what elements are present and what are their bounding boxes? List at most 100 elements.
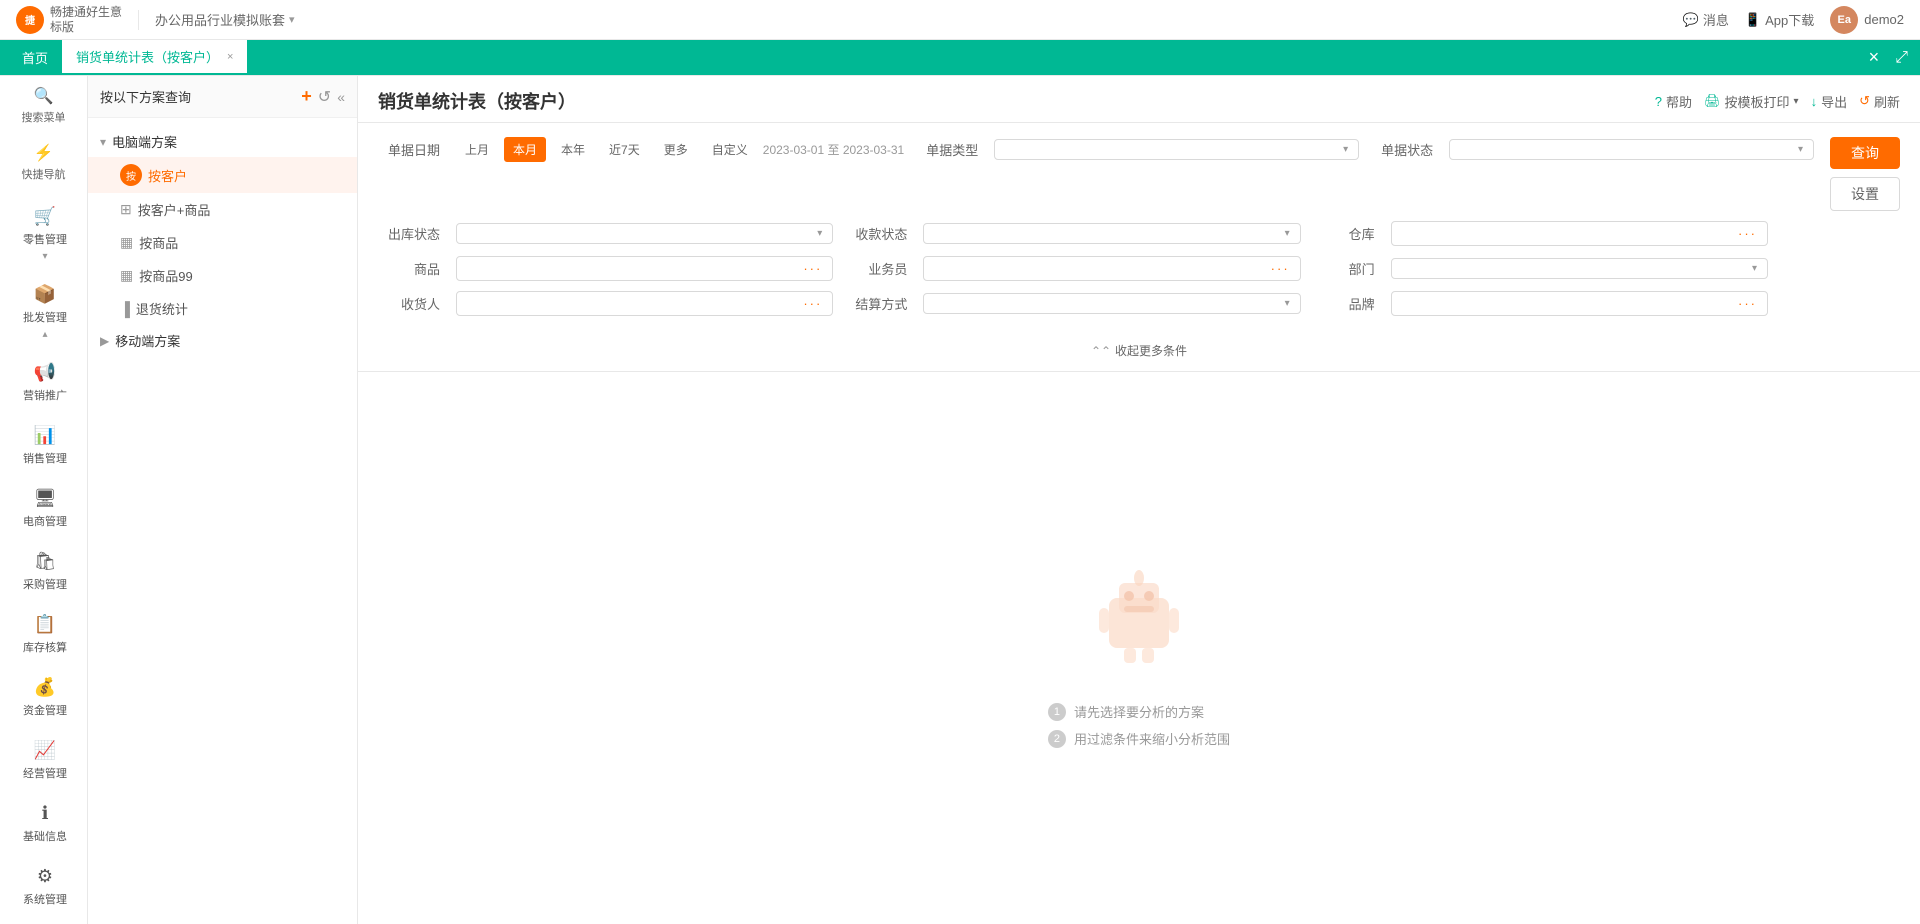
scheme-group-desktop: ▾ 电脑端方案 按 按客户 ⊞ 按客户+商品 ▦ 按商品: [88, 126, 357, 325]
user-avatar[interactable]: Ea demo2: [1830, 6, 1904, 34]
header-right: 💬 消息 📱 App下载 Ea demo2: [1683, 6, 1904, 34]
doc-status-select[interactable]: ▾: [1449, 139, 1814, 160]
sidebar-item-retail[interactable]: 🛒 零售管理 ▾: [0, 194, 87, 272]
header-dropdown-icon[interactable]: ▾: [289, 13, 295, 26]
brand-dots[interactable]: ···: [1738, 296, 1757, 311]
scheme-group-mobile: ▶ 移动端方案: [88, 325, 357, 356]
last-month-btn[interactable]: 上月: [456, 137, 498, 162]
query-button[interactable]: 查询: [1830, 137, 1900, 169]
brand-select[interactable]: ···: [1391, 291, 1768, 316]
brand-group: 品牌 ···: [1313, 291, 1768, 316]
scheme-item-by-customer-product[interactable]: ⊞ 按客户+商品: [88, 193, 357, 226]
sidebar-item-inventory[interactable]: 📋 库存核算: [0, 602, 87, 665]
receiver-select[interactable]: ···: [456, 291, 833, 316]
delivery-status-select[interactable]: ▾: [456, 223, 833, 244]
department-select[interactable]: ▾: [1391, 258, 1768, 279]
content-area: 按以下方案查询 + ↺ « ▾ 电脑端方案 按 按客户: [88, 76, 1920, 924]
inventory-icon: 📋: [34, 614, 56, 635]
header-title[interactable]: 办公用品行业模拟账套 ▾: [155, 10, 295, 29]
sidebar-item-sales[interactable]: 📊 销售管理: [0, 413, 87, 476]
brand-label: 品牌: [1313, 294, 1383, 313]
salesperson-label: 业务员: [845, 259, 915, 278]
tab-maximize-icon[interactable]: ⤢: [1891, 45, 1912, 71]
hint-number-1: 1: [1048, 703, 1066, 721]
tab-close-icon[interactable]: ×: [227, 51, 233, 63]
sales-icon: 📊: [34, 425, 56, 446]
scheme-item-icon-bar: ▐: [120, 301, 130, 317]
scheme-item-by-product-99[interactable]: ▦ 按商品99: [88, 259, 357, 292]
collapse-button[interactable]: ⌃⌃ 收起更多条件: [1075, 338, 1203, 363]
more-date-btn[interactable]: 更多: [655, 137, 697, 162]
scheme-refresh-button[interactable]: ↺: [318, 87, 331, 107]
this-year-btn[interactable]: 本年: [552, 137, 594, 162]
tab-close-window-icon[interactable]: ×: [1865, 43, 1884, 72]
sidebar-item-finance[interactable]: 💰 资金管理: [0, 665, 87, 728]
receiver-dots[interactable]: ···: [803, 296, 822, 311]
product-group: 商品 ···: [378, 256, 833, 281]
app-download-button[interactable]: 📱 App下载: [1745, 10, 1814, 29]
tab-sales-stats[interactable]: 销货单统计表（按客户） ×: [62, 40, 247, 75]
doc-type-dropdown-arrow: ▾: [1343, 144, 1348, 155]
tab-bar-actions: × ⤢: [1865, 40, 1912, 75]
sidebar-item-business[interactable]: 📈 经营管理: [0, 728, 87, 791]
product-select[interactable]: ···: [456, 256, 833, 281]
tab-home[interactable]: 首页: [8, 40, 62, 75]
help-button[interactable]: ? 帮助: [1655, 92, 1692, 111]
sidebar-item-purchase[interactable]: 🛍 采购管理: [0, 539, 87, 602]
export-button[interactable]: ↓ 导出: [1811, 92, 1848, 111]
this-month-btn[interactable]: 本月: [504, 137, 546, 162]
business-icon: 📈: [34, 740, 56, 761]
payment-status-select[interactable]: ▾: [923, 223, 1300, 244]
messages-button[interactable]: 💬 消息: [1683, 10, 1729, 29]
scheme-item-by-product[interactable]: ▦ 按商品: [88, 226, 357, 259]
date-range-display: 2023-03-01 至 2023-03-31: [763, 141, 904, 158]
date-filter: 上月 本月 本年 近7天 更多 自定义 2023-03-01 至 2023-03…: [456, 137, 904, 162]
scheme-group-mobile-header[interactable]: ▶ 移动端方案: [88, 325, 357, 356]
scheme-group-arrow-right: ▶: [100, 334, 109, 348]
receiver-group: 收货人 ···: [378, 291, 833, 316]
scheme-group-desktop-header[interactable]: ▾ 电脑端方案: [88, 126, 357, 157]
sidebar-item-wholesale[interactable]: 📦 批发管理 ▴: [0, 272, 87, 350]
sidebar-item-search-menu[interactable]: 🔍 搜索菜单: [0, 76, 87, 133]
hint-number-2: 2: [1048, 730, 1066, 748]
logo-icon: 捷: [16, 6, 44, 34]
print-icon: 🖨: [1704, 93, 1721, 109]
department-label: 部门: [1313, 259, 1383, 278]
settlement-select[interactable]: ▾: [923, 293, 1300, 314]
warehouse-group: 仓库 ···: [1313, 221, 1768, 246]
sidebar-item-quick-nav[interactable]: ⚡ 快捷导航: [0, 133, 87, 190]
sidebar-item-basic-info[interactable]: ℹ 基础信息: [0, 791, 87, 854]
settlement-group: 结算方式 ▾: [845, 293, 1300, 314]
scheme-add-button[interactable]: +: [301, 86, 312, 107]
settlement-label: 结算方式: [845, 294, 915, 313]
warehouse-dots[interactable]: ···: [1738, 226, 1757, 241]
sidebar-item-ecommerce[interactable]: 🖥 电商管理: [0, 476, 87, 539]
doc-status-group: 单据状态 ▾: [1371, 139, 1814, 160]
empty-hint-2: 2 用过滤条件来缩小分析范围: [1048, 729, 1230, 748]
print-button[interactable]: 🖨 按模板打印 ▾: [1704, 92, 1799, 111]
custom-date-btn[interactable]: 自定义: [703, 137, 757, 162]
last7days-btn[interactable]: 近7天: [600, 137, 649, 162]
scheme-item-icon-table: ▦: [120, 234, 133, 251]
doc-type-label: 单据类型: [916, 140, 986, 159]
settlement-dropdown-arrow: ▾: [1285, 298, 1290, 309]
sidebar-item-enterprise[interactable]: 🤝 企业协同: [0, 917, 87, 924]
message-icon: 💬: [1683, 12, 1699, 28]
lightning-icon: ⚡: [34, 143, 54, 163]
doc-type-group: 单据类型 ▾: [916, 139, 1359, 160]
warehouse-select[interactable]: ···: [1391, 221, 1768, 246]
sidebar-item-marketing[interactable]: 📢 营销推广: [0, 350, 87, 413]
sidebar-item-system[interactable]: ⚙ 系统管理: [0, 854, 87, 917]
scheme-collapse-button[interactable]: «: [337, 89, 345, 105]
payment-dropdown-arrow: ▾: [1285, 228, 1290, 239]
refresh-button[interactable]: ↺ 刷新: [1859, 92, 1900, 111]
product-dots[interactable]: ···: [803, 261, 822, 276]
salesperson-dots[interactable]: ···: [1271, 261, 1290, 276]
doc-type-select[interactable]: ▾: [994, 139, 1359, 160]
scheme-panel: 按以下方案查询 + ↺ « ▾ 电脑端方案 按 按客户: [88, 76, 358, 924]
settings-button[interactable]: 设置: [1830, 177, 1900, 211]
logo-text: 畅捷通好生意 标版: [50, 5, 122, 34]
scheme-item-by-customer[interactable]: 按 按客户: [88, 157, 357, 193]
salesperson-select[interactable]: ···: [923, 256, 1300, 281]
scheme-item-return-stats[interactable]: ▐ 退货统计: [88, 292, 357, 325]
